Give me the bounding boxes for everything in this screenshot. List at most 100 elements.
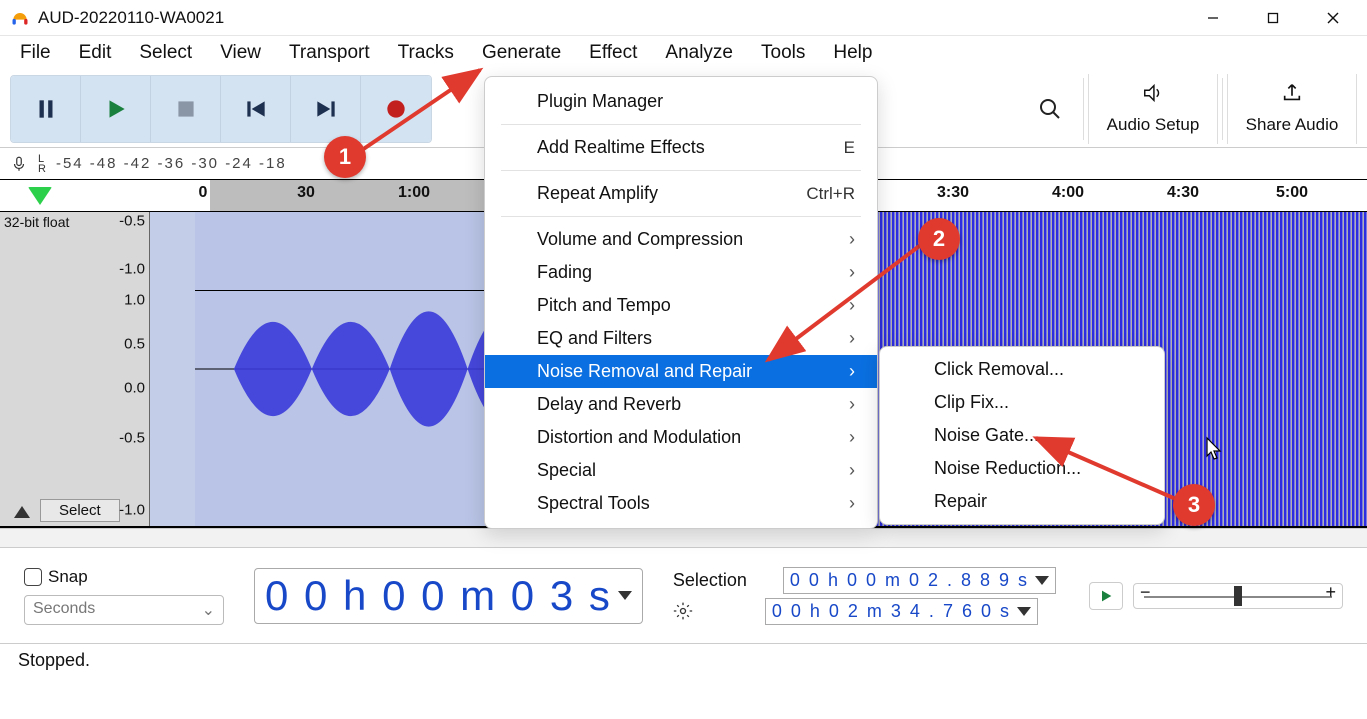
pause-button[interactable]: [11, 76, 81, 142]
minus-icon: −: [1140, 582, 1151, 603]
share-audio-label: Share Audio: [1246, 115, 1339, 135]
menu-analyze[interactable]: Analyze: [651, 38, 747, 68]
annotation-badge-2: 2: [918, 218, 960, 260]
effect-menu-item[interactable]: Pitch and Tempo›: [485, 289, 877, 322]
menu-generate[interactable]: Generate: [468, 38, 575, 68]
selection-end[interactable]: 0 0 h 0 2 m 3 4 . 7 6 0 s: [765, 598, 1038, 625]
track-select-button[interactable]: Select: [40, 499, 120, 522]
annotation-badge-3: 3: [1173, 484, 1215, 526]
effect-menu-item[interactable]: Add Realtime EffectsE: [485, 131, 877, 164]
speaker-icon: [1139, 82, 1167, 109]
menu-bar: File Edit Select View Transport Tracks G…: [0, 36, 1367, 70]
separator: [1083, 78, 1084, 140]
time-display[interactable]: 0 0 h 0 0 m 0 3 s: [254, 568, 643, 624]
amplitude-label: 0.0: [124, 379, 145, 396]
effect-menu-item[interactable]: Noise Removal and Repair›: [485, 355, 877, 388]
submenu-item[interactable]: Clip Fix...: [880, 386, 1164, 419]
effect-menu-item[interactable]: Fading›: [485, 256, 877, 289]
effect-menu-item[interactable]: EQ and Filters›: [485, 322, 877, 355]
submenu-item[interactable]: Noise Gate...: [880, 419, 1164, 452]
menu-tools[interactable]: Tools: [747, 38, 819, 68]
plus-icon: +: [1325, 582, 1336, 603]
effect-menu-item[interactable]: Repeat AmplifyCtrl+R: [485, 177, 877, 210]
stop-button[interactable]: [151, 76, 221, 142]
maximize-button[interactable]: [1243, 0, 1303, 36]
annotation-badge-1: 1: [324, 136, 366, 178]
separator: [1222, 78, 1223, 140]
timeline-tick: 4:00: [1052, 184, 1084, 202]
effect-menu-item[interactable]: Plugin Manager: [485, 85, 877, 118]
amplitude-label: -1.0: [119, 260, 145, 277]
playback-speed-slider[interactable]: − +: [1133, 583, 1343, 609]
noise-submenu: Click Removal...Clip Fix...Noise Gate...…: [879, 346, 1165, 525]
submenu-item[interactable]: Click Removal...: [880, 353, 1164, 386]
menu-transport[interactable]: Transport: [275, 38, 384, 68]
playhead-icon[interactable]: [28, 187, 52, 205]
timeline-tick: 30: [297, 184, 315, 202]
time-value: 0 0 h 0 0 m 0 3 s: [265, 572, 612, 620]
submenu-item[interactable]: Repair: [880, 485, 1164, 518]
audio-setup-button[interactable]: Audio Setup: [1088, 74, 1218, 144]
selection-label: Selection: [673, 570, 747, 591]
title-bar: AUD-20220110-WA0021: [0, 0, 1367, 36]
effect-menu-item[interactable]: Special›: [485, 454, 877, 487]
skip-start-button[interactable]: [221, 76, 291, 142]
close-button[interactable]: [1303, 0, 1363, 36]
snap-unit-value: Seconds: [33, 600, 95, 620]
snap-unit-select[interactable]: Seconds ⌄: [24, 595, 224, 625]
audio-setup-label: Audio Setup: [1107, 115, 1200, 135]
effect-menu: Plugin Manager Add Realtime EffectsE Repea…: [484, 76, 878, 529]
menu-select[interactable]: Select: [125, 38, 206, 68]
menu-edit[interactable]: Edit: [65, 38, 126, 68]
snap-label: Snap: [48, 567, 88, 587]
timeline-tick: 1:00: [398, 184, 430, 202]
horizontal-scrollbar[interactable]: [0, 528, 1367, 548]
snap-checkbox[interactable]: [24, 568, 42, 586]
menu-help[interactable]: Help: [819, 38, 886, 68]
microphone-icon[interactable]: [10, 155, 28, 173]
submenu-item[interactable]: Noise Reduction...: [880, 452, 1164, 485]
minimize-button[interactable]: [1183, 0, 1243, 36]
menu-view[interactable]: View: [206, 38, 275, 68]
timeline-tick: 3:30: [937, 184, 969, 202]
transport-controls: [10, 75, 432, 143]
play-button[interactable]: [81, 76, 151, 142]
timeline-tick: 0: [199, 184, 208, 202]
amplitude-label: 0.5: [124, 335, 145, 352]
effect-menu-item[interactable]: Delay and Reverb›: [485, 388, 877, 421]
amplitude-label: -0.5: [119, 213, 145, 230]
effect-menu-item[interactable]: Distortion and Modulation›: [485, 421, 877, 454]
effect-menu-item[interactable]: Volume and Compression›: [485, 223, 877, 256]
amplitude-label: -1.0: [119, 502, 145, 519]
timeline-tick: 4:30: [1167, 184, 1199, 202]
status-bar: Stopped.: [0, 644, 1367, 678]
amplitude-label: -0.5: [119, 430, 145, 447]
window-title: AUD-20220110-WA0021: [38, 8, 224, 28]
snap-group: Snap Seconds ⌄: [24, 567, 224, 625]
play-at-speed-button[interactable]: [1089, 582, 1123, 610]
bottom-panel: Snap Seconds ⌄ 0 0 h 0 0 m 0 3 s Selecti…: [0, 548, 1367, 644]
menu-effect[interactable]: Effect: [575, 38, 651, 68]
share-audio-button[interactable]: Share Audio: [1227, 74, 1357, 144]
zoom-icon[interactable]: [1029, 88, 1071, 130]
amplitude-label: 1.0: [124, 291, 145, 308]
mouse-cursor: [1205, 436, 1225, 465]
menu-tracks[interactable]: Tracks: [384, 38, 468, 68]
selection-panel: Selection 0 0 h 0 0 m 0 2 . 8 8 9 s 0 0 …: [673, 567, 1056, 625]
skip-end-button[interactable]: [291, 76, 361, 142]
status-text: Stopped.: [18, 650, 90, 670]
menu-file[interactable]: File: [6, 38, 65, 68]
selection-start[interactable]: 0 0 h 0 0 m 0 2 . 8 8 9 s: [783, 567, 1056, 594]
gear-icon[interactable]: [673, 601, 693, 621]
timeline-tick: 5:00: [1276, 184, 1308, 202]
chevron-down-icon[interactable]: [1035, 576, 1049, 585]
chevron-down-icon: ⌄: [202, 600, 215, 620]
collapse-icon[interactable]: [14, 506, 30, 518]
app-icon: [10, 8, 30, 28]
effect-menu-item[interactable]: Spectral Tools›: [485, 487, 877, 520]
record-button[interactable]: [361, 76, 431, 142]
track-header[interactable]: 32-bit float Select -0.5-1.01.00.50.0-0.…: [0, 212, 150, 526]
chevron-down-icon[interactable]: [1017, 607, 1031, 616]
time-format-dropdown[interactable]: [618, 591, 632, 600]
share-icon: [1278, 82, 1306, 109]
